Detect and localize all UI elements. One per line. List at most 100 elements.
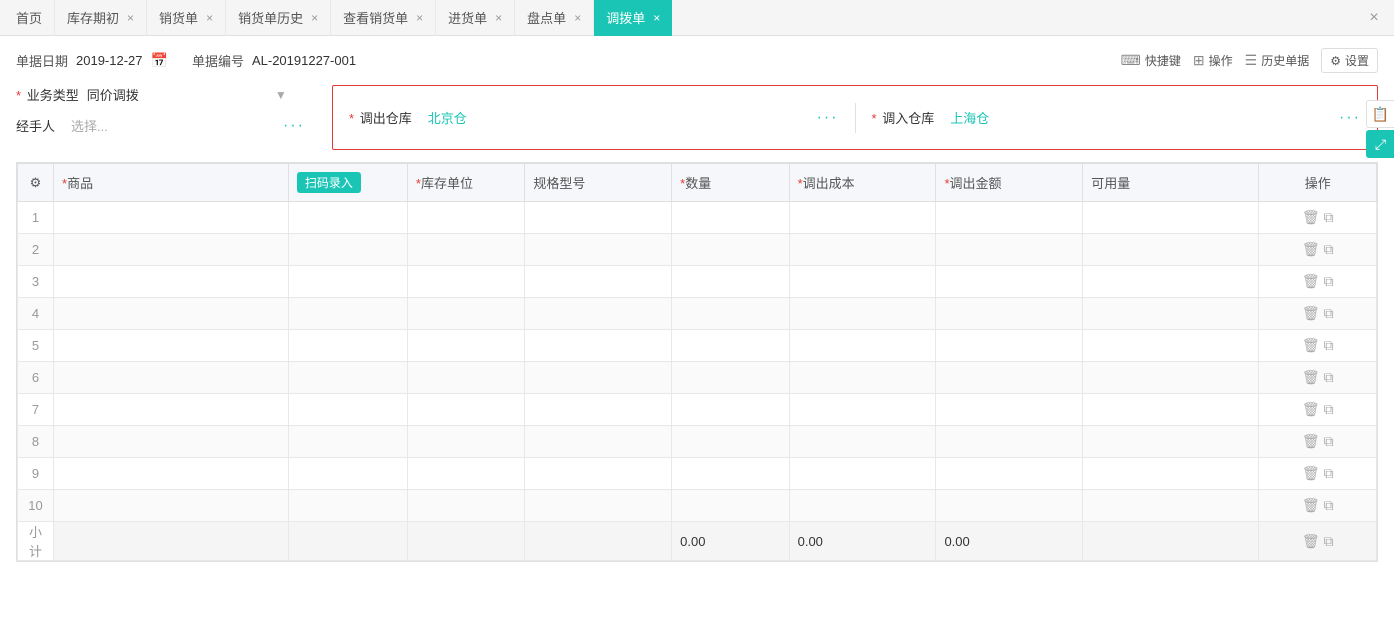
cell-qty[interactable] xyxy=(672,266,789,298)
cell-spec[interactable] xyxy=(525,522,672,561)
cell-product[interactable] xyxy=(54,362,289,394)
cell-unit[interactable] xyxy=(407,490,524,522)
delete-row-button[interactable]: 🗑 xyxy=(1302,401,1320,417)
cell-amount[interactable] xyxy=(936,298,1083,330)
tab-inventory-check-close[interactable]: × xyxy=(574,11,581,25)
tab-sales-history[interactable]: 销货单历史 × xyxy=(226,0,331,36)
cell-amount[interactable] xyxy=(936,234,1083,266)
handler-more-button[interactable]: ··· xyxy=(283,117,305,135)
cell-unit[interactable] xyxy=(407,202,524,234)
cell-product[interactable] xyxy=(54,426,289,458)
cell-qty[interactable] xyxy=(672,330,789,362)
cell-amount[interactable] xyxy=(936,202,1083,234)
cell-product[interactable] xyxy=(54,490,289,522)
cell-product[interactable] xyxy=(54,266,289,298)
cell-qty[interactable]: 0.00 xyxy=(672,522,789,561)
cell-amount[interactable] xyxy=(936,458,1083,490)
cell-cost[interactable] xyxy=(789,426,936,458)
cell-amount[interactable] xyxy=(936,266,1083,298)
delete-row-button[interactable]: 🗑 xyxy=(1302,433,1320,449)
delete-row-button[interactable]: 🗑 xyxy=(1302,273,1320,289)
settings-button[interactable]: ⚙ 设置 xyxy=(1321,48,1378,73)
handler-dropdown[interactable]: 选择... xyxy=(71,116,271,135)
cell-cost[interactable] xyxy=(789,266,936,298)
copy-row-button[interactable]: ⧉ xyxy=(1324,241,1334,257)
tab-purchase-order-close[interactable]: × xyxy=(495,11,502,25)
tab-sales-order[interactable]: 销货单 × xyxy=(147,0,226,36)
copy-row-button[interactable]: ⧉ xyxy=(1324,401,1334,417)
cell-qty[interactable] xyxy=(672,458,789,490)
tab-inventory-init[interactable]: 库存期初 × xyxy=(55,0,147,36)
delete-row-button[interactable]: 🗑 xyxy=(1302,497,1320,513)
cell-spec[interactable] xyxy=(525,298,672,330)
cell-spec[interactable] xyxy=(525,490,672,522)
cell-qty[interactable] xyxy=(672,202,789,234)
copy-row-button[interactable]: ⧉ xyxy=(1324,465,1334,481)
cell-spec[interactable] xyxy=(525,394,672,426)
cell-amount[interactable] xyxy=(936,362,1083,394)
cell-product[interactable] xyxy=(54,202,289,234)
shortcuts-button[interactable]: ⌨ 快捷键 xyxy=(1121,52,1181,69)
tab-transfer-order-close[interactable]: × xyxy=(653,11,660,25)
copy-row-button[interactable]: ⧉ xyxy=(1324,305,1334,321)
cell-unit[interactable] xyxy=(407,522,524,561)
cell-qty[interactable] xyxy=(672,234,789,266)
cell-spec[interactable] xyxy=(525,330,672,362)
cell-product[interactable] xyxy=(54,458,289,490)
cell-unit[interactable] xyxy=(407,458,524,490)
history-button[interactable]: ☰ 历史单据 xyxy=(1245,52,1310,69)
cell-product[interactable] xyxy=(54,234,289,266)
cell-unit[interactable] xyxy=(407,426,524,458)
cell-cost[interactable] xyxy=(789,394,936,426)
cell-amount[interactable] xyxy=(936,490,1083,522)
tab-sales-order-close[interactable]: × xyxy=(206,11,213,25)
operations-button[interactable]: ⊞ 操作 xyxy=(1193,52,1233,69)
copy-row-button[interactable]: ⧉ xyxy=(1324,533,1334,549)
copy-row-button[interactable]: ⧉ xyxy=(1324,433,1334,449)
delete-row-button[interactable]: 🗑 xyxy=(1302,533,1320,549)
cell-unit[interactable] xyxy=(407,330,524,362)
cell-spec[interactable] xyxy=(525,202,672,234)
tab-view-sales[interactable]: 查看销货单 × xyxy=(331,0,436,36)
cell-spec[interactable] xyxy=(525,458,672,490)
delete-row-button[interactable]: 🗑 xyxy=(1302,465,1320,481)
cell-cost[interactable] xyxy=(789,458,936,490)
copy-row-button[interactable]: ⧉ xyxy=(1324,273,1334,289)
cell-cost[interactable] xyxy=(789,362,936,394)
cell-qty[interactable] xyxy=(672,298,789,330)
cell-qty[interactable] xyxy=(672,362,789,394)
cell-product[interactable] xyxy=(54,522,289,561)
tab-purchase-order[interactable]: 进货单 × xyxy=(436,0,515,36)
delete-row-button[interactable]: 🗑 xyxy=(1302,305,1320,321)
cell-amount[interactable] xyxy=(936,330,1083,362)
tab-home[interactable]: 首页 xyxy=(4,0,55,36)
tab-sales-history-close[interactable]: × xyxy=(311,11,318,25)
cell-product[interactable] xyxy=(54,330,289,362)
in-warehouse-more-button[interactable]: ··· xyxy=(1339,109,1361,127)
tab-view-sales-close[interactable]: × xyxy=(416,11,423,25)
cell-spec[interactable] xyxy=(525,426,672,458)
cell-unit[interactable] xyxy=(407,266,524,298)
cell-cost[interactable] xyxy=(789,234,936,266)
cell-cost[interactable] xyxy=(789,298,936,330)
tab-transfer-order[interactable]: 调拨单 × xyxy=(594,0,672,36)
cell-qty[interactable] xyxy=(672,490,789,522)
copy-row-button[interactable]: ⧉ xyxy=(1324,209,1334,225)
cell-amount[interactable]: 0.00 xyxy=(936,522,1083,561)
cell-spec[interactable] xyxy=(525,234,672,266)
cell-spec[interactable] xyxy=(525,362,672,394)
cell-amount[interactable] xyxy=(936,394,1083,426)
cell-qty[interactable] xyxy=(672,426,789,458)
cell-unit[interactable] xyxy=(407,394,524,426)
col-settings-header[interactable]: ⚙ xyxy=(18,164,54,202)
cell-cost[interactable] xyxy=(789,202,936,234)
cell-unit[interactable] xyxy=(407,362,524,394)
copy-row-button[interactable]: ⧉ xyxy=(1324,497,1334,513)
business-type-dropdown[interactable]: 同价调拨 ▼ xyxy=(87,85,287,104)
cell-amount[interactable] xyxy=(936,426,1083,458)
scan-button[interactable]: 扫码录入 xyxy=(297,172,361,193)
copy-row-button[interactable]: ⧉ xyxy=(1324,369,1334,385)
tab-inventory-init-close[interactable]: × xyxy=(127,11,134,25)
cell-cost[interactable] xyxy=(789,490,936,522)
calendar-icon[interactable]: 📅 xyxy=(151,52,168,69)
